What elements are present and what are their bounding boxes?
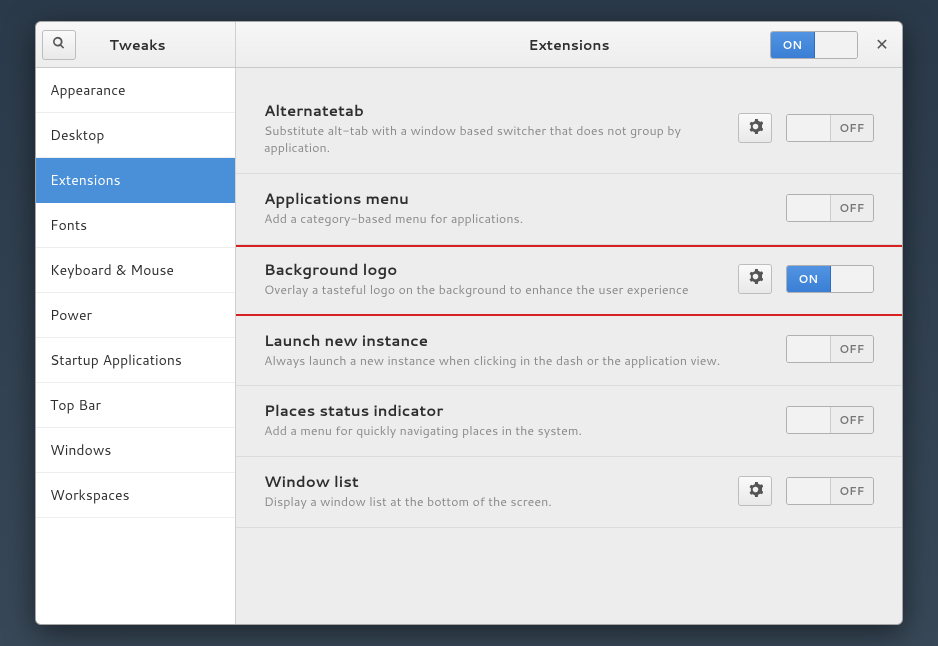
sidebar-item-label: Desktop (50, 125, 104, 145)
extension-toggle[interactable]: ONOFF (786, 406, 874, 434)
extension-row-launch-new-instance: Launch new instance Always launch a new i… (236, 316, 902, 387)
sidebar-item-desktop[interactable]: Desktop (36, 113, 235, 158)
headerbar: Tweaks Extensions ON OFF ✕ (36, 22, 902, 68)
toggle-off-label: OFF (830, 407, 874, 433)
gear-icon (748, 117, 763, 140)
sidebar-item-workspaces[interactable]: Workspaces (36, 473, 235, 518)
extension-description: Display a window list at the bottom of t… (264, 494, 724, 511)
extension-description: Substitute alt-tab with a window based s… (264, 123, 724, 157)
gear-icon (748, 267, 763, 290)
close-icon: ✕ (875, 33, 888, 56)
app-title: Tweaks (46, 35, 229, 55)
sidebar-item-label: Top Bar (50, 395, 101, 415)
extension-info: AlternatetabSubstitute alt-tab with a wi… (264, 100, 724, 157)
extension-info: Applications menu Add a category-based me… (264, 188, 772, 228)
sidebar-item-windows[interactable]: Windows (36, 428, 235, 473)
extension-toggle[interactable]: ONOFF (786, 335, 874, 363)
toggle-off-label: OFF (830, 336, 874, 362)
sidebar: Appearance Desktop Extensions Fonts Keyboard… (36, 68, 236, 624)
extension-description: Always launch a new instance when clicki… (264, 353, 772, 370)
gear-icon (748, 480, 763, 503)
extension-toggle[interactable]: ONOFF (786, 194, 874, 222)
extension-title: Launch new instance (264, 330, 772, 351)
window-body: Appearance Desktop Extensions Fonts Keyboard… (36, 68, 902, 624)
extension-toggle[interactable]: ONOFF (786, 265, 874, 293)
extension-description: Add a category-based menu for applicatio… (264, 211, 772, 228)
extension-info: Background logo Overlay a tasteful logo o… (264, 259, 724, 299)
toggle-off-label: OFF (830, 115, 874, 141)
sidebar-item-label: Power (50, 305, 92, 325)
extension-row-alternatetab: AlternatetabSubstitute alt-tab with a wi… (236, 86, 902, 174)
sidebar-item-label: Workspaces (50, 485, 130, 505)
close-button[interactable]: ✕ (870, 33, 894, 57)
extension-row-background-logo: Background logo Overlay a tasteful logo o… (236, 245, 902, 316)
extension-info: Places status indicator Add a menu for qu… (264, 400, 772, 440)
toggle-on-label: ON (787, 336, 830, 362)
extensions-content: AlternatetabSubstitute alt-tab with a wi… (236, 68, 902, 624)
tweaks-window: Tweaks Extensions ON OFF ✕ Appearance Des… (35, 21, 903, 625)
sidebar-item-appearance[interactable]: Appearance (36, 68, 235, 113)
header-controls: ON OFF ✕ (770, 31, 894, 59)
sidebar-item-power[interactable]: Power (36, 293, 235, 338)
sidebar-item-startup-applications[interactable]: Startup Applications (36, 338, 235, 383)
toggle-on-label: ON (787, 266, 831, 292)
toggle-on-label: ON (787, 478, 830, 504)
extension-title: Alternatetab (264, 100, 724, 121)
toggle-on-label: ON (787, 407, 830, 433)
sidebar-item-label: Appearance (50, 80, 126, 100)
extension-settings-button[interactable] (738, 113, 772, 143)
sidebar-item-fonts[interactable]: Fonts (36, 203, 235, 248)
toggle-off-label: OFF (815, 32, 858, 58)
extension-info: Launch new instance Always launch a new i… (264, 330, 772, 370)
sidebar-item-label: Windows (50, 440, 111, 460)
toggle-off-label: OFF (831, 266, 874, 292)
sidebar-item-label: Fonts (50, 215, 87, 235)
toggle-on-label: ON (771, 32, 815, 58)
sidebar-item-extensions[interactable]: Extensions (36, 158, 235, 203)
header-right: Extensions ON OFF ✕ (236, 22, 902, 67)
toggle-off-label: OFF (830, 478, 874, 504)
toggle-on-label: ON (787, 115, 830, 141)
sidebar-item-label: Extensions (50, 170, 121, 190)
extension-description: Add a menu for quickly navigating places… (264, 423, 772, 440)
extension-settings-button[interactable] (738, 476, 772, 506)
sidebar-item-label: Keyboard & Mouse (50, 260, 174, 280)
extension-info: Window list Display a window list at the … (264, 471, 724, 511)
extension-toggle[interactable]: ONOFF (786, 114, 874, 142)
sidebar-item-top-bar[interactable]: Top Bar (36, 383, 235, 428)
extension-title: Applications menu (264, 188, 772, 209)
extension-row-window-list: Window list Display a window list at the … (236, 457, 902, 528)
extension-title: Places status indicator (264, 400, 772, 421)
extension-title: Window list (264, 471, 724, 492)
extension-settings-button[interactable] (738, 264, 772, 294)
extension-row-places-status-indicator: Places status indicator Add a menu for qu… (236, 386, 902, 457)
header-left: Tweaks (36, 22, 236, 67)
extension-title: Background logo (264, 259, 724, 280)
sidebar-item-keyboard-mouse[interactable]: Keyboard & Mouse (36, 248, 235, 293)
extension-row-applications-menu: Applications menu Add a category-based me… (236, 174, 902, 245)
extension-description: Overlay a tasteful logo on the backgroun… (264, 282, 724, 299)
sidebar-item-label: Startup Applications (50, 350, 182, 370)
extension-toggle[interactable]: ONOFF (786, 477, 874, 505)
extensions-master-toggle[interactable]: ON OFF (770, 31, 858, 59)
toggle-off-label: OFF (830, 195, 874, 221)
toggle-on-label: ON (787, 195, 830, 221)
